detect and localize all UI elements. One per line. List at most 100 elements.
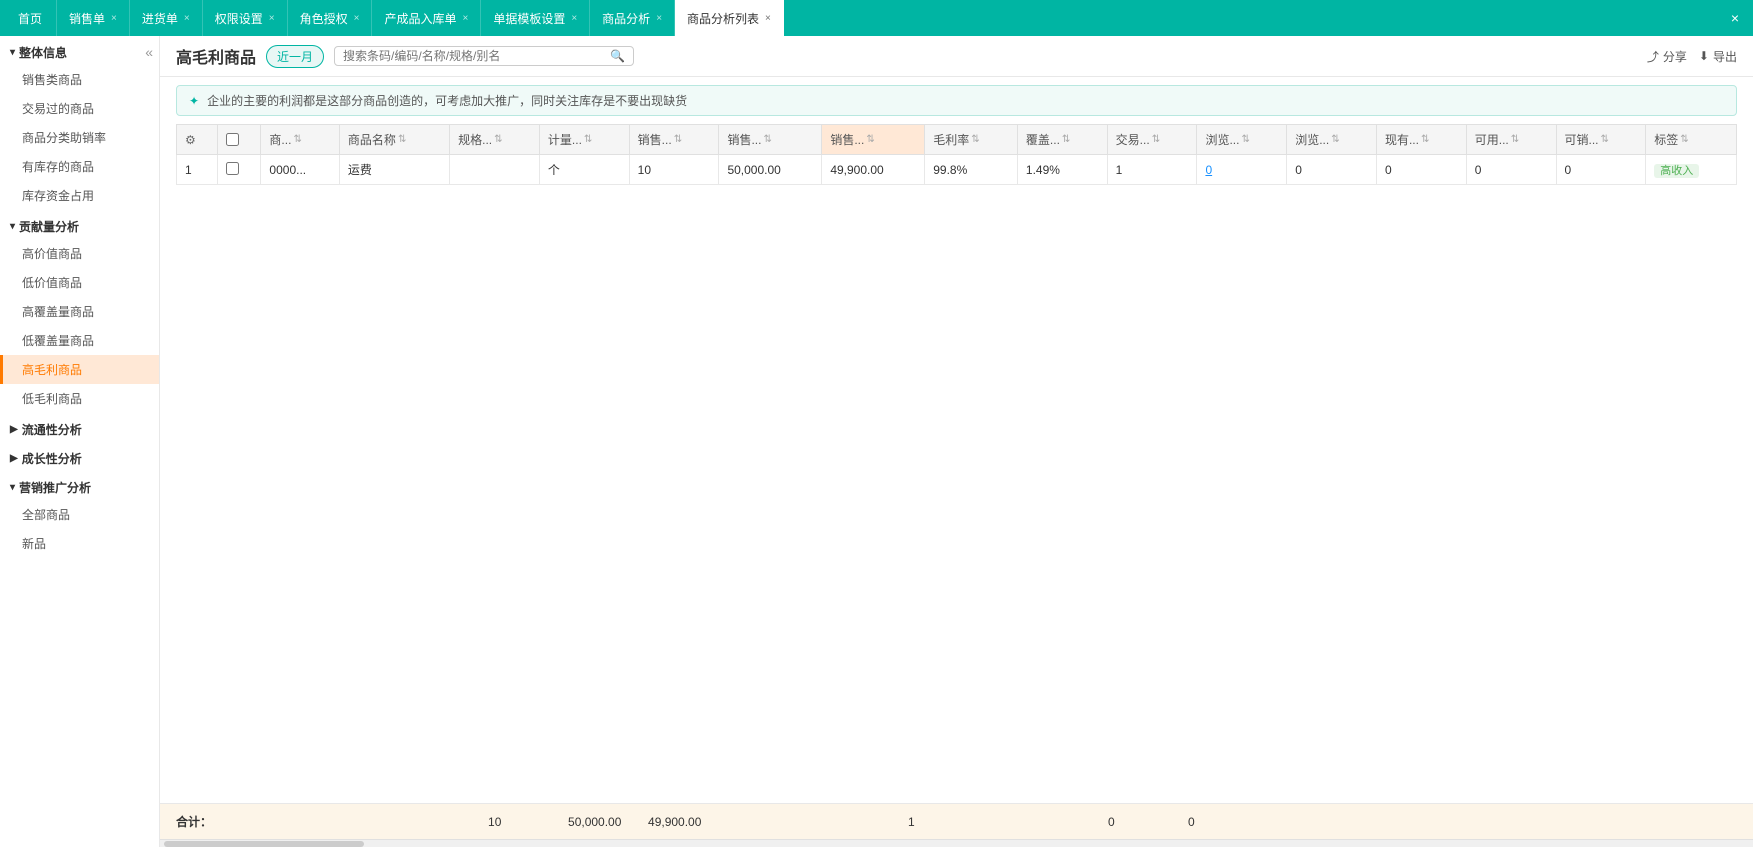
sidebar-group-contribution[interactable]: ▾ 贡献量分析 (0, 210, 159, 239)
notice-bar: ✦ 企业的主要的利润都是这部分商品创造的，可考虑加大推广，同时关注库存是不要出现… (176, 85, 1737, 116)
sidebar-item-all-goods[interactable]: 全部商品 (0, 500, 159, 529)
col-transaction[interactable]: 交易... ⇅ (1107, 125, 1197, 155)
time-filter-month-button[interactable]: 近一月 (266, 45, 324, 68)
col-sales-amount[interactable]: 销售... ⇅ (719, 125, 822, 155)
col-gross-margin[interactable]: 毛利率 ⇅ (925, 125, 1018, 155)
footer-spacer2 (980, 815, 1100, 829)
settings-icon[interactable]: ⚙ (185, 133, 196, 147)
sidebar-group-marketing[interactable]: ▾ 营销推广分析 (0, 471, 159, 500)
sidebar-group-growth[interactable]: ▶ 成长性分析 (0, 442, 159, 471)
header-actions: ⤴ 分享 ⬇ 导出 (1647, 48, 1737, 65)
sidebar-item-high-coverage[interactable]: 高覆盖量商品 (0, 297, 159, 326)
sidebar-item-new-goods[interactable]: 新品 (0, 529, 159, 558)
share-button[interactable]: ⤴ 分享 (1647, 48, 1687, 65)
search-icon[interactable]: 🔍 (610, 49, 625, 63)
nav-tab-product-inbound[interactable]: 产成品入库单 × (372, 0, 481, 36)
footer-values: 10 50,000.00 49,900.00 1 0 0 (220, 815, 1737, 829)
col-name[interactable]: 商品名称 ⇅ (339, 125, 449, 155)
row-sellable: 0 (1556, 155, 1646, 185)
close-icon[interactable]: × (462, 13, 468, 24)
nav-tab-home[interactable]: 首页 (4, 0, 57, 36)
select-all-checkbox[interactable] (226, 133, 239, 146)
footer-label: 合计： (176, 813, 212, 830)
close-icon[interactable]: × (656, 13, 662, 24)
close-icon[interactable]: × (354, 13, 360, 24)
row-checkbox[interactable] (226, 162, 239, 175)
row-tag: 高收入 (1646, 155, 1737, 185)
sort-icon: ⇅ (1601, 134, 1609, 145)
nav-tab-template[interactable]: 单据模板设置 × (481, 0, 590, 36)
col-unit[interactable]: 计量... ⇅ (539, 125, 629, 155)
footer-current-stock: 0 (1100, 815, 1180, 829)
col-code[interactable]: 商... ⇅ (261, 125, 340, 155)
row-browse1[interactable]: 0 (1197, 155, 1287, 185)
sort-icon: ⇅ (1421, 134, 1429, 145)
sidebar: « ▾ 整体信息 销售类商品 交易过的商品 商品分类助销率 有库存的商品 库存资… (0, 36, 160, 847)
sidebar-item-high-value[interactable]: 高价值商品 (0, 239, 159, 268)
sort-icon: ⇅ (1152, 134, 1160, 145)
sidebar-group-liquidity[interactable]: ▶ 流通性分析 (0, 413, 159, 442)
close-all-button[interactable]: × (1721, 10, 1749, 26)
col-checkbox[interactable] (217, 125, 261, 155)
col-browse2[interactable]: 浏览... ⇅ (1287, 125, 1377, 155)
sidebar-item-traded-goods[interactable]: 交易过的商品 (0, 94, 159, 123)
col-sales-qty[interactable]: 销售... ⇅ (629, 125, 719, 155)
col-spec[interactable]: 规格... ⇅ (450, 125, 540, 155)
footer-sales-qty: 10 (480, 815, 560, 829)
sort-icon: ⇅ (1511, 134, 1519, 145)
sidebar-item-low-value[interactable]: 低价值商品 (0, 268, 159, 297)
row-sales-cost: 49,900.00 (822, 155, 925, 185)
sidebar-item-low-coverage[interactable]: 低覆盖量商品 (0, 326, 159, 355)
sort-icon: ⇅ (1062, 134, 1070, 145)
col-sellable[interactable]: 可销... ⇅ (1556, 125, 1646, 155)
scrollbar-thumb[interactable] (164, 841, 364, 847)
search-input[interactable] (343, 49, 606, 63)
nav-tab-product-analysis-list[interactable]: 商品分析列表 × (675, 0, 784, 36)
sort-icon: ⇅ (763, 134, 771, 145)
table-container[interactable]: ⚙ 商... ⇅ (160, 124, 1753, 803)
close-icon[interactable]: × (111, 13, 117, 24)
footer-available: 0 (1180, 815, 1260, 829)
row-checkbox-cell[interactable] (217, 155, 261, 185)
sidebar-item-category-rate[interactable]: 商品分类助销率 (0, 123, 159, 152)
row-available: 0 (1466, 155, 1556, 185)
nav-tab-roles[interactable]: 角色授权 × (288, 0, 373, 36)
sidebar-item-stock-goods[interactable]: 有库存的商品 (0, 152, 159, 181)
sidebar-item-sales-goods[interactable]: 销售类商品 (0, 65, 159, 94)
col-browse1[interactable]: 浏览... ⇅ (1197, 125, 1287, 155)
chevron-right-icon: ▶ (10, 453, 18, 464)
content-header: 高毛利商品 近一月 🔍 ⤴ 分享 ⬇ 导出 (160, 36, 1753, 77)
close-icon[interactable]: × (765, 13, 771, 24)
footer-transaction: 1 (900, 815, 980, 829)
col-available[interactable]: 可用... ⇅ (1466, 125, 1556, 155)
col-settings[interactable]: ⚙ (177, 125, 218, 155)
close-icon[interactable]: × (571, 13, 577, 24)
col-sales-cost[interactable]: 销售... ⇅ (822, 125, 925, 155)
nav-tab-purchase[interactable]: 进货单 × (130, 0, 203, 36)
nav-tab-product-analysis[interactable]: 商品分析 × (590, 0, 675, 36)
row-coverage: 1.49% (1017, 155, 1107, 185)
close-icon[interactable]: × (184, 13, 190, 24)
sidebar-group-overall[interactable]: ▾ 整体信息 (0, 36, 159, 65)
close-icon[interactable]: × (269, 13, 275, 24)
col-current-stock[interactable]: 现有... ⇅ (1376, 125, 1466, 155)
row-transaction: 1 (1107, 155, 1197, 185)
export-button[interactable]: ⬇ 导出 (1699, 48, 1737, 65)
row-code: 0000... (261, 155, 340, 185)
col-coverage[interactable]: 覆盖... ⇅ (1017, 125, 1107, 155)
nav-tab-sales[interactable]: 销售单 × (57, 0, 130, 36)
sort-icon: ⇅ (1331, 134, 1339, 145)
sidebar-item-high-margin[interactable]: 高毛利商品 (0, 355, 159, 384)
info-icon: ✦ (189, 94, 199, 108)
chevron-down-icon: ▾ (10, 221, 15, 232)
col-tag[interactable]: 标签 ⇅ (1646, 125, 1737, 155)
footer-sales-cost: 49,900.00 (640, 815, 720, 829)
sidebar-item-stock-capital[interactable]: 库存资金占用 (0, 181, 159, 210)
sidebar-item-low-margin[interactable]: 低毛利商品 (0, 384, 159, 413)
row-gross-margin: 99.8% (925, 155, 1018, 185)
nav-tab-permissions[interactable]: 权限设置 × (203, 0, 288, 36)
horizontal-scrollbar[interactable] (160, 839, 1753, 847)
sidebar-collapse-button[interactable]: « (145, 44, 153, 60)
browse1-link[interactable]: 0 (1205, 163, 1212, 177)
row-unit: 个 (539, 155, 629, 185)
